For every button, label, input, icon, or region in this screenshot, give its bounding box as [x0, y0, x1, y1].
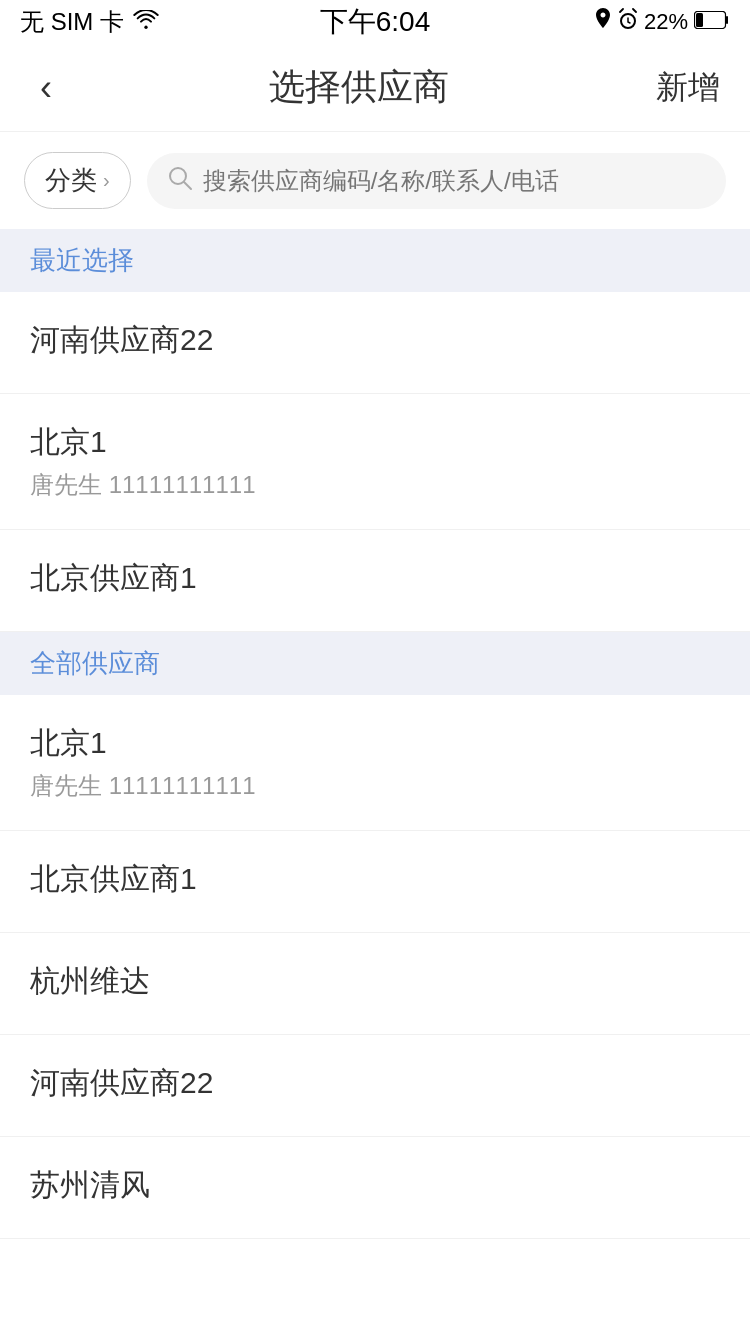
- chevron-right-icon: ›: [103, 169, 110, 192]
- wifi-icon: [132, 8, 160, 36]
- status-bar: 无 SIM 卡 下午6:04 22%: [0, 0, 750, 44]
- add-button[interactable]: 新增: [656, 66, 720, 110]
- search-input-wrap[interactable]: [147, 153, 726, 209]
- search-icon: [167, 165, 193, 197]
- battery-icon: [694, 9, 730, 35]
- list-item[interactable]: 杭州维达: [0, 933, 750, 1035]
- svg-line-4: [184, 182, 191, 189]
- recent-list: 河南供应商22 北京1 唐先生 11111111111 北京供应商1: [0, 292, 750, 632]
- battery-text: 22%: [644, 9, 688, 35]
- item-name: 北京1: [30, 723, 720, 764]
- search-bar: 分类 ›: [0, 132, 750, 229]
- all-list: 北京1 唐先生 11111111111 北京供应商1 杭州维达河南供应商22 苏州清风: [0, 695, 750, 1239]
- list-item[interactable]: 北京供应商1: [0, 831, 750, 933]
- item-name: 杭州维达: [30, 961, 720, 1002]
- nav-bar: ‹ 选择供应商 新增: [0, 44, 750, 132]
- item-name: 河南供应商22: [30, 320, 720, 361]
- list-item[interactable]: 北京1 唐先生 11111111111: [0, 394, 750, 530]
- all-section-header: 全部供应商: [0, 632, 750, 695]
- item-sub: 唐先生 11111111111: [30, 770, 720, 802]
- alarm-icon: [618, 8, 638, 36]
- item-name: 北京1: [30, 422, 720, 463]
- back-button[interactable]: ‹: [30, 57, 62, 119]
- list-item[interactable]: 河南供应商22: [0, 292, 750, 394]
- list-item[interactable]: 北京供应商1: [0, 530, 750, 632]
- svg-rect-2: [696, 13, 703, 27]
- status-time: 下午6:04: [320, 3, 431, 41]
- item-name: 北京供应商1: [30, 558, 720, 599]
- item-name: 河南供应商22: [30, 1063, 720, 1104]
- category-label: 分类: [45, 163, 97, 198]
- list-item[interactable]: 河南供应商22: [0, 1035, 750, 1137]
- item-name: 苏州清风: [30, 1165, 720, 1206]
- list-item[interactable]: 北京1 唐先生 11111111111: [0, 695, 750, 831]
- status-right: 22%: [594, 8, 730, 36]
- list-item[interactable]: 苏州清风: [0, 1137, 750, 1239]
- carrier-text: 无 SIM 卡: [20, 6, 124, 38]
- search-input[interactable]: [203, 167, 706, 195]
- item-name: 北京供应商1: [30, 859, 720, 900]
- status-left: 无 SIM 卡: [20, 6, 160, 38]
- page-title: 选择供应商: [269, 63, 449, 112]
- item-sub: 唐先生 11111111111: [30, 469, 720, 501]
- category-button[interactable]: 分类 ›: [24, 152, 131, 209]
- location-icon: [594, 8, 612, 36]
- recent-section-header: 最近选择: [0, 229, 750, 292]
